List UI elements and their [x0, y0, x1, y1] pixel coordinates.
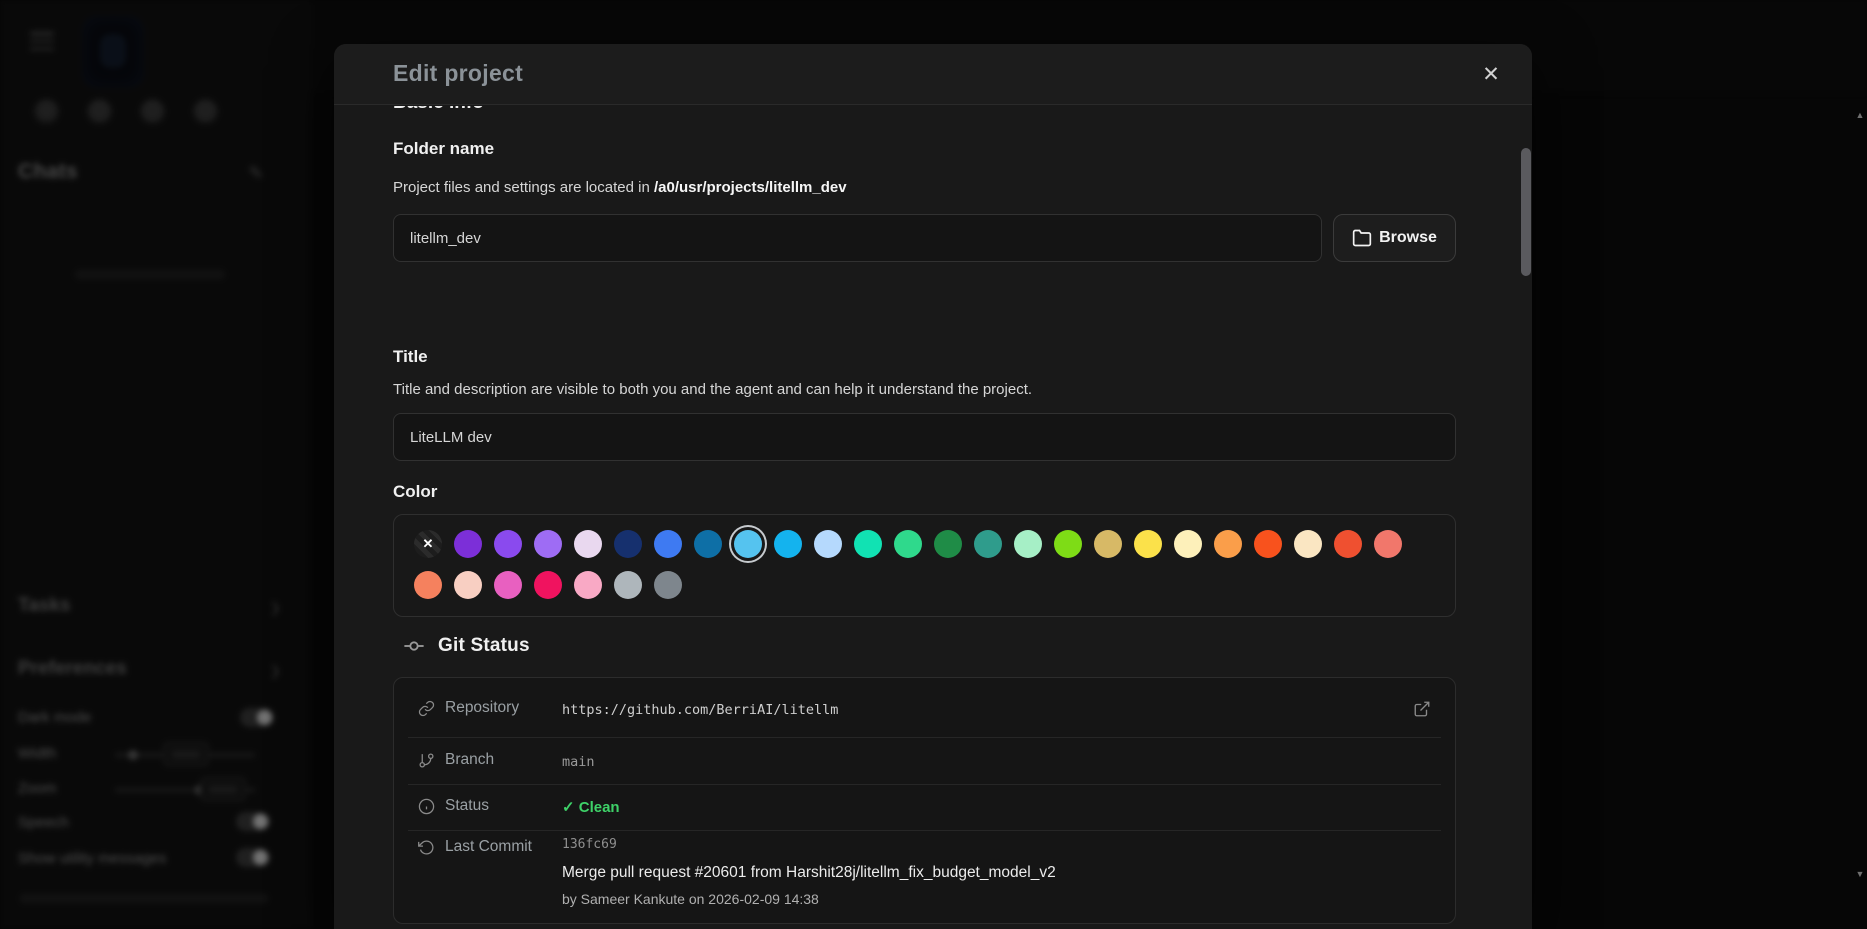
color-swatch[interactable] [1174, 530, 1202, 558]
commit-message: Merge pull request #20601 from Harshit28… [562, 864, 1056, 882]
link-icon [418, 700, 435, 717]
modal-body: Basic info Folder name Project files and… [334, 106, 1532, 929]
color-swatch[interactable] [1094, 530, 1122, 558]
color-swatch[interactable] [534, 530, 562, 558]
folder-name-input[interactable] [393, 214, 1322, 262]
color-swatch[interactable] [1214, 530, 1242, 558]
info-icon [418, 798, 435, 815]
color-swatch-row-1: ✕ [414, 530, 1455, 558]
scrollbar-thumb[interactable] [1521, 148, 1531, 276]
browse-button[interactable]: Browse [1333, 214, 1456, 262]
color-swatch[interactable] [1254, 530, 1282, 558]
folder-name-label: Folder name [393, 139, 494, 159]
branch-name: main [562, 754, 595, 770]
commit-byline: by Sameer Kankute on 2026-02-09 14:38 [562, 891, 819, 907]
history-icon [418, 839, 435, 856]
color-swatch[interactable] [454, 530, 482, 558]
status-clean-badge: ✓ Clean [562, 798, 620, 816]
edit-project-modal: Edit project ✕ Basic info Folder name Pr… [334, 44, 1532, 929]
folder-icon [1352, 228, 1372, 248]
color-swatch[interactable] [654, 571, 682, 599]
open-repository-button[interactable] [1413, 700, 1433, 720]
clear-color-swatch[interactable]: ✕ [414, 530, 442, 558]
git-branch-icon [418, 752, 435, 769]
last-commit-row-label: Last Commit [418, 838, 532, 856]
color-swatch[interactable] [974, 530, 1002, 558]
branch-row-label: Branch [418, 751, 494, 769]
color-swatch-selected[interactable] [734, 530, 762, 558]
color-label: Color [393, 482, 437, 502]
color-swatch[interactable] [494, 530, 522, 558]
color-swatch[interactable] [614, 571, 642, 599]
git-status-heading: Git Status [403, 635, 530, 657]
project-path: /a0/usr/projects/litellm_dev [654, 179, 847, 196]
title-description: Title and description are visible to bot… [393, 381, 1032, 398]
color-swatch[interactable] [1134, 530, 1162, 558]
scroll-down-icon[interactable]: ▼ [1847, 869, 1867, 879]
color-swatch[interactable] [1334, 530, 1362, 558]
color-swatch[interactable] [574, 571, 602, 599]
color-swatch[interactable] [1374, 530, 1402, 558]
color-swatch[interactable] [534, 571, 562, 599]
status-row-label: Status [418, 797, 489, 815]
modal-header: Edit project ✕ [334, 44, 1532, 105]
modal-title: Edit project [393, 60, 523, 87]
color-swatch[interactable] [774, 530, 802, 558]
color-swatch[interactable] [854, 530, 882, 558]
commit-hash: 136fc69 [562, 837, 617, 852]
scroll-up-icon[interactable]: ▲ [1847, 110, 1867, 120]
repository-row-label: Repository [418, 699, 519, 717]
title-input[interactable] [393, 413, 1456, 461]
color-swatch[interactable] [454, 571, 482, 599]
color-picker: ✕ [393, 514, 1456, 617]
app-root: Chats ✎ Tasks ❯ Preferences ❯ Dark mode … [0, 0, 1867, 929]
color-swatch[interactable] [1294, 530, 1322, 558]
color-swatch[interactable] [614, 530, 642, 558]
git-commit-icon [403, 635, 425, 657]
title-label: Title [393, 347, 428, 367]
color-swatch[interactable] [814, 530, 842, 558]
color-swatch[interactable] [894, 530, 922, 558]
color-swatch[interactable] [574, 530, 602, 558]
git-status-panel: Repository https://github.com/BerriAI/li… [393, 677, 1456, 924]
color-swatch[interactable] [934, 530, 962, 558]
close-icon[interactable]: ✕ [1474, 58, 1508, 92]
color-swatch[interactable] [694, 530, 722, 558]
external-link-icon [1413, 700, 1431, 718]
color-swatch[interactable] [1054, 530, 1082, 558]
folder-name-description: Project files and settings are located i… [393, 179, 847, 196]
color-swatch[interactable] [414, 571, 442, 599]
repository-url: https://github.com/BerriAI/litellm [562, 702, 838, 718]
color-swatch[interactable] [654, 530, 682, 558]
basic-info-heading-clipped: Basic info [393, 106, 693, 114]
color-swatch[interactable] [1014, 530, 1042, 558]
color-swatch-row-2 [414, 571, 1455, 599]
color-swatch[interactable] [494, 571, 522, 599]
